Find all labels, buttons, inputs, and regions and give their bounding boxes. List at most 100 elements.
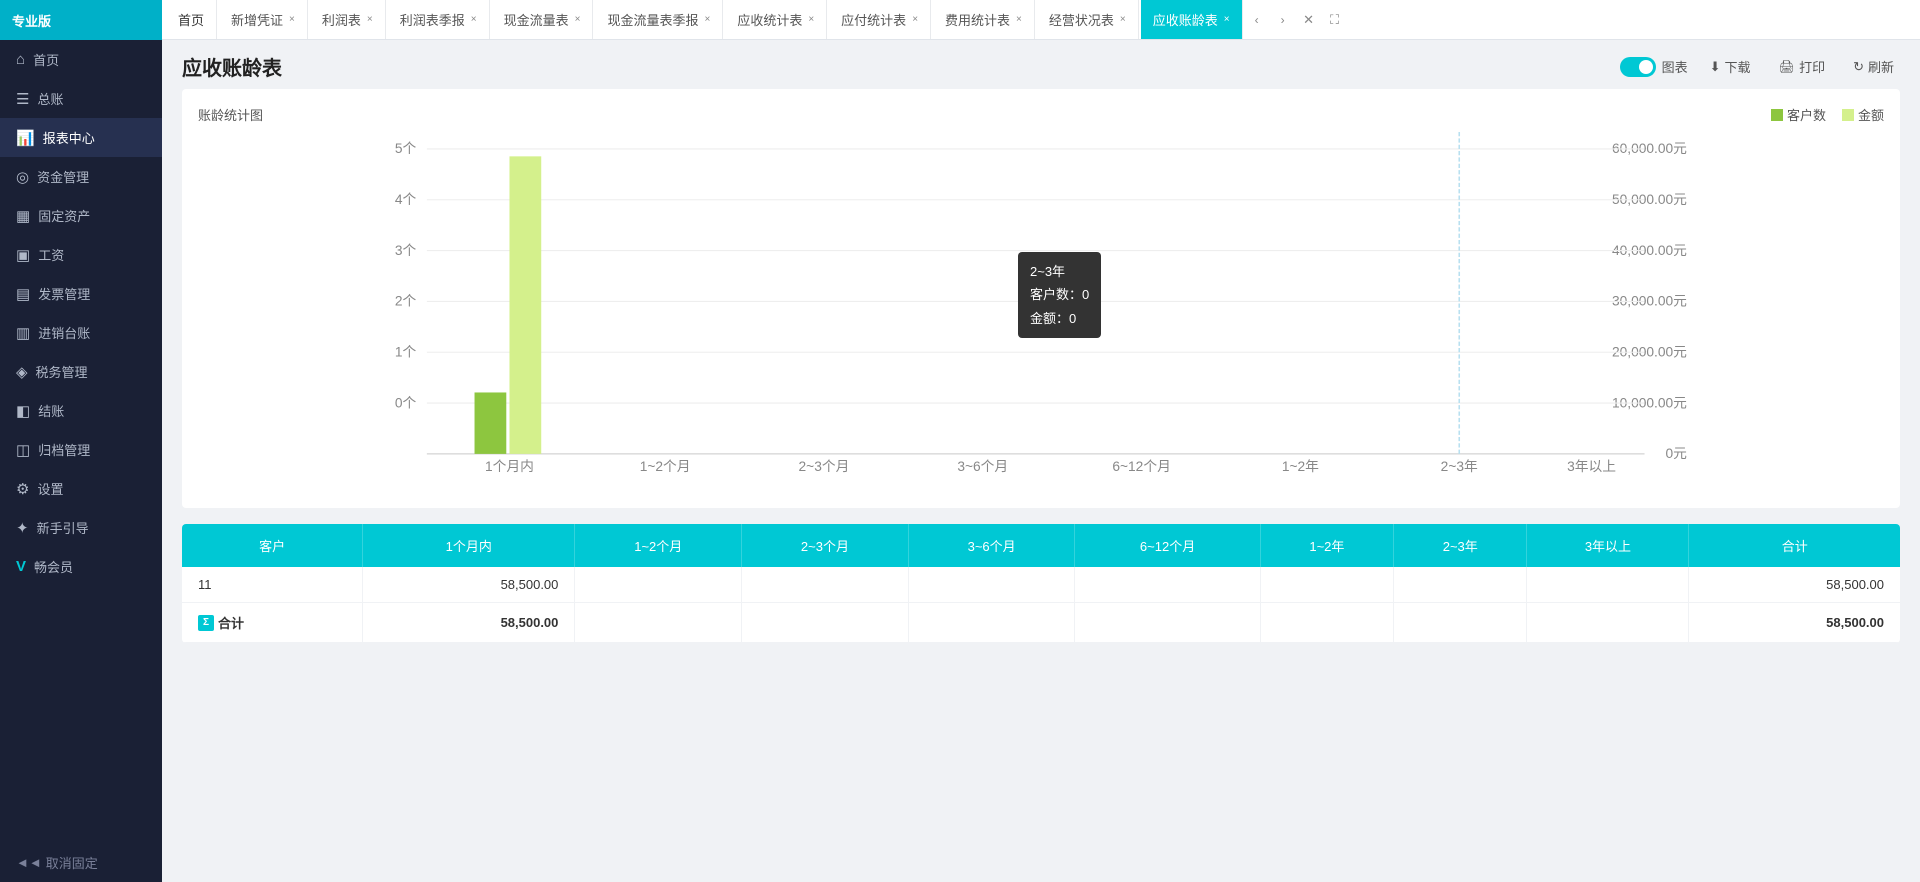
sidebar-item-home[interactable]: ⌂ 首页 <box>0 40 162 79</box>
print-icon: 🖨 <box>1779 59 1796 75</box>
download-btn[interactable]: ⬇ 下载 <box>1704 53 1757 80</box>
th-m36: 3~6个月 <box>908 524 1075 567</box>
settings-icon: ⚙ <box>16 480 29 498</box>
tab-profit-quarter-label: 利润表季报 <box>400 10 465 29</box>
total-y23 <box>1394 603 1527 643</box>
svg-text:0个: 0个 <box>395 395 417 410</box>
th-y23: 2~3年 <box>1394 524 1527 567</box>
th-m612: 6~12个月 <box>1075 524 1260 567</box>
chart-toggle[interactable] <box>1620 57 1656 77</box>
tab-payable-stats-close[interactable]: × <box>912 14 918 25</box>
tab-expense-stats[interactable]: 费用统计表 × <box>933 0 1035 40</box>
tab-cashflow-quarter-close[interactable]: × <box>704 14 710 25</box>
close-accounts-icon: ◧ <box>16 402 30 420</box>
legend-customers: 客户数 <box>1771 105 1826 124</box>
total-icon: Σ <box>198 615 214 631</box>
sidebar-label-guide: 新手引导 <box>37 518 89 537</box>
tab-payable-stats[interactable]: 应付统计表 × <box>829 0 931 40</box>
tab-voucher-close[interactable]: × <box>289 14 295 25</box>
cell-m1: 58,500.00 <box>363 567 575 603</box>
tab-profit[interactable]: 利润表 × <box>310 0 386 40</box>
tab-receivable-aging-close[interactable]: × <box>1224 14 1230 25</box>
main-content: 首页 新增凭证 × 利润表 × 利润表季报 × 现金流量表 × 现金流量表季报 … <box>162 0 1920 882</box>
sidebar-item-fund[interactable]: ◎ 资金管理 <box>0 157 162 196</box>
th-m23: 2~3个月 <box>742 524 909 567</box>
chart-svg: 5个 4个 3个 2个 1个 0个 60,000.00元 50,000.00元 … <box>198 132 1884 492</box>
svg-text:3个: 3个 <box>395 243 417 258</box>
sidebar-item-settings[interactable]: ⚙ 设置 <box>0 469 162 508</box>
tab-bar: 首页 新增凭证 × 利润表 × 利润表季报 × 现金流量表 × 现金流量表季报 … <box>162 0 1920 40</box>
sidebar-label-tax: 税务管理 <box>36 362 88 381</box>
tab-receivable-stats-close[interactable]: × <box>808 14 814 25</box>
svg-text:1个月内: 1个月内 <box>485 459 534 474</box>
tab-nav-next[interactable]: › <box>1271 8 1295 32</box>
tab-payable-stats-label: 应付统计表 <box>841 10 906 29</box>
bar-amount-0 <box>509 156 541 454</box>
sidebar: 专业版 ⌂ 首页 ☰ 总账 📊 报表中心 ◎ 资金管理 ▦ 固定资产 ▣ 工资 … <box>0 0 162 882</box>
tab-receivable-stats-label: 应收统计表 <box>737 10 802 29</box>
sidebar-logo: 专业版 <box>0 0 162 40</box>
sidebar-item-guide[interactable]: ✦ 新手引导 <box>0 508 162 547</box>
tab-cashflow-close[interactable]: × <box>575 14 581 25</box>
table-total-row: Σ 合计 58,500.00 58,500.00 <box>182 603 1900 643</box>
fund-icon: ◎ <box>16 168 29 186</box>
sidebar-item-purchase[interactable]: ▥ 进销台账 <box>0 313 162 352</box>
sidebar-item-tax[interactable]: ◈ 税务管理 <box>0 352 162 391</box>
legend-customers-dot <box>1771 109 1783 121</box>
tab-close-all-btn[interactable]: ✕ <box>1297 8 1321 32</box>
print-btn[interactable]: 🖨 打印 <box>1773 53 1832 80</box>
th-y3plus: 3年以上 <box>1527 524 1689 567</box>
tab-profit-quarter[interactable]: 利润表季报 × <box>388 0 490 40</box>
sidebar-item-ledger[interactable]: ☰ 总账 <box>0 79 162 118</box>
sidebar-item-invoice[interactable]: ▤ 发票管理 <box>0 274 162 313</box>
svg-text:5个: 5个 <box>395 141 417 156</box>
sidebar-item-vip[interactable]: V 畅会员 <box>0 547 162 586</box>
sidebar-label-ledger: 总账 <box>37 89 63 108</box>
tab-business-status[interactable]: 经营状况表 × <box>1037 0 1139 40</box>
tab-nav-prev[interactable]: ‹ <box>1245 8 1269 32</box>
guide-icon: ✦ <box>16 519 29 537</box>
chart-section: 账龄统计图 客户数 金额 5个 4个 3个 2个 1个 <box>182 89 1900 508</box>
legend-amount-label: 金额 <box>1858 105 1884 124</box>
collapse-icon: ◄◄ <box>16 855 42 870</box>
archive-icon: ◫ <box>16 441 30 459</box>
sidebar-label-close: 结账 <box>38 401 64 420</box>
tab-business-status-close[interactable]: × <box>1120 14 1126 25</box>
table-row: 11 58,500.00 58,500.00 <box>182 567 1900 603</box>
download-icon: ⬇ <box>1710 59 1721 75</box>
sidebar-item-close-accounts[interactable]: ◧ 结账 <box>0 391 162 430</box>
tab-cashflow[interactable]: 现金流量表 × <box>492 0 594 40</box>
ledger-icon: ☰ <box>16 90 29 108</box>
tab-profit-close[interactable]: × <box>367 14 373 25</box>
tab-cashflow-quarter[interactable]: 现金流量表季报 × <box>595 0 723 40</box>
content-area: 账龄统计图 客户数 金额 5个 4个 3个 2个 1个 <box>162 89 1920 882</box>
sidebar-item-archive[interactable]: ◫ 归档管理 <box>0 430 162 469</box>
sidebar-item-report[interactable]: 📊 报表中心 <box>0 118 162 157</box>
refresh-label: 刷新 <box>1868 57 1894 76</box>
tab-receivable-stats[interactable]: 应收统计表 × <box>725 0 827 40</box>
svg-text:2~3年: 2~3年 <box>1441 459 1478 474</box>
asset-icon: ▦ <box>16 207 30 225</box>
tab-expand-btn[interactable]: ⛶ <box>1323 8 1347 32</box>
sidebar-label-vip: 畅会员 <box>34 557 73 576</box>
tab-voucher[interactable]: 新增凭证 × <box>219 0 308 40</box>
tab-expense-stats-close[interactable]: × <box>1016 14 1022 25</box>
tab-home[interactable]: 首页 <box>166 0 217 40</box>
sidebar-item-salary[interactable]: ▣ 工资 <box>0 235 162 274</box>
refresh-btn[interactable]: ↻ 刷新 <box>1847 53 1900 80</box>
svg-text:1个: 1个 <box>395 344 417 359</box>
tab-profit-quarter-close[interactable]: × <box>471 14 477 25</box>
legend-amount: 金额 <box>1842 105 1884 124</box>
cell-m12 <box>575 567 742 603</box>
cell-y23 <box>1394 567 1527 603</box>
logo-text: 专业版 <box>12 11 51 30</box>
sidebar-item-asset[interactable]: ▦ 固定资产 <box>0 196 162 235</box>
sidebar-label-settings: 设置 <box>37 479 63 498</box>
th-customer: 客户 <box>182 524 363 567</box>
cell-m23 <box>742 567 909 603</box>
chart-title: 账龄统计图 <box>198 105 1884 124</box>
sidebar-collapse-btn[interactable]: ◄◄ 取消固定 <box>0 843 162 882</box>
tab-receivable-aging[interactable]: 应收账龄表 × <box>1141 0 1243 40</box>
svg-text:0元: 0元 <box>1665 446 1687 461</box>
chart-legend: 客户数 金额 <box>1771 105 1884 124</box>
